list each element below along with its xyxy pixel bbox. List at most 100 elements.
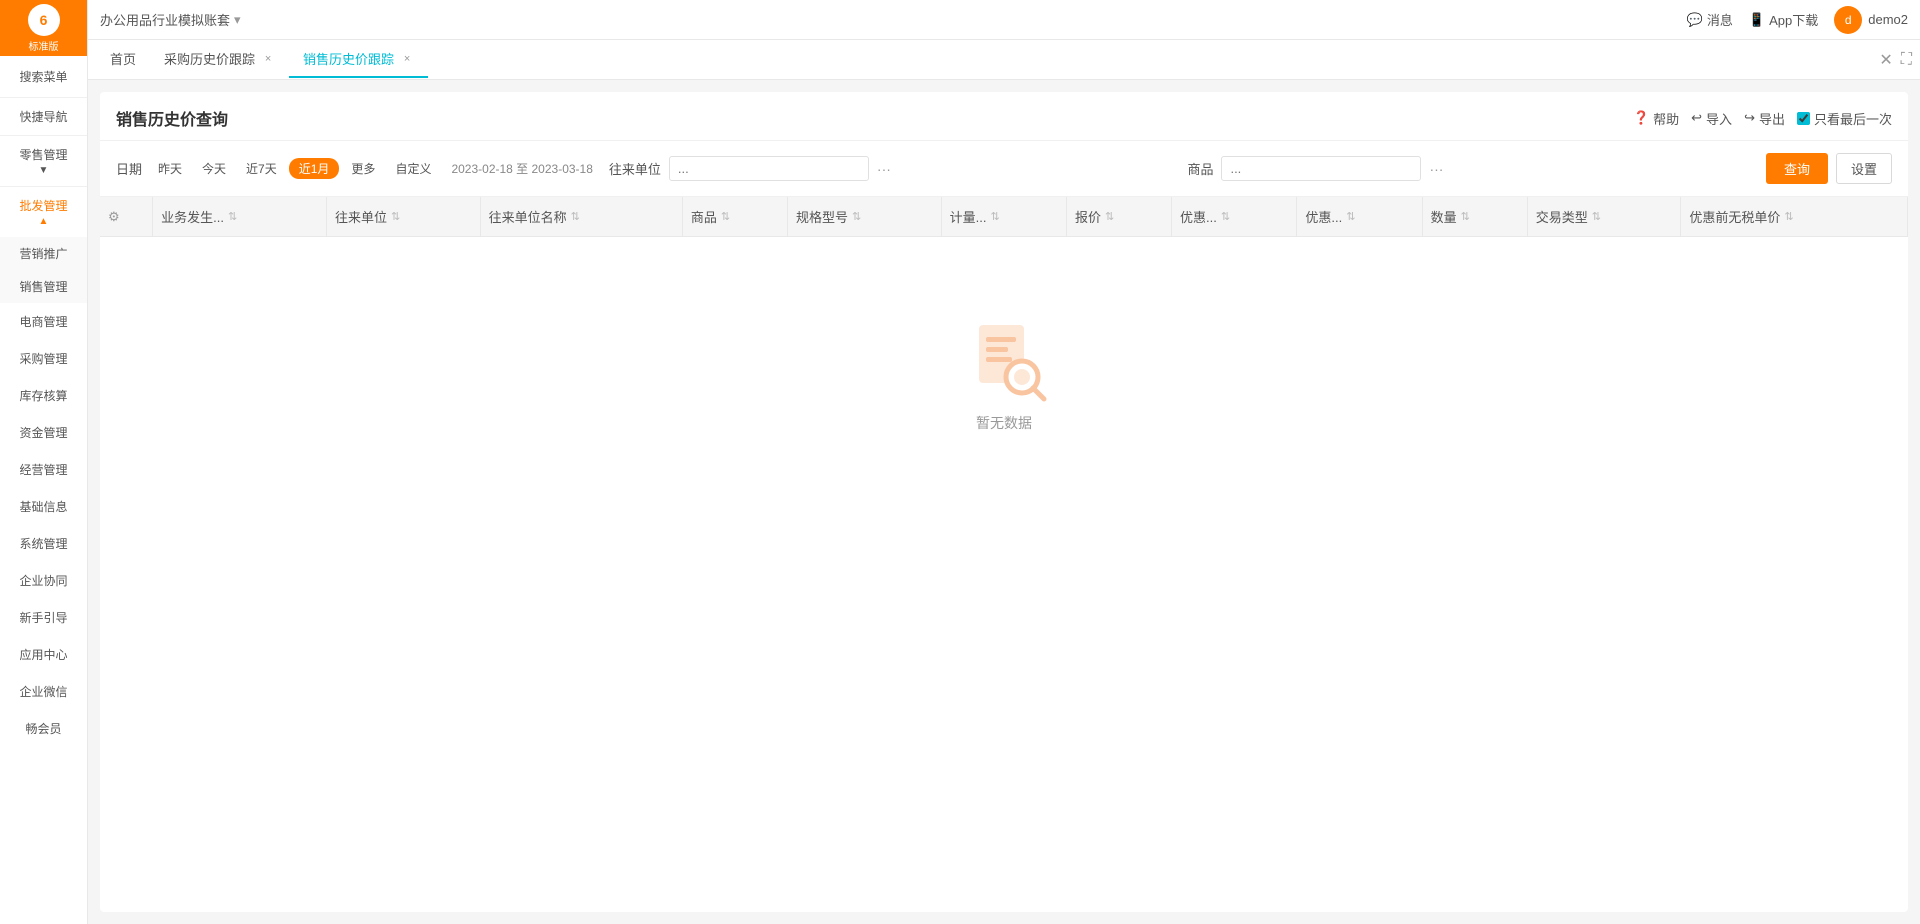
sidebar-item-wholesale[interactable]: 批发管理 ▲ <box>0 187 87 237</box>
sidebar-item-purchase[interactable]: 采购管理 <box>0 340 87 377</box>
th-partner-code-content[interactable]: 往来单位 ⇅ <box>335 207 472 226</box>
tab-sales-history[interactable]: 销售历史价跟踪 × <box>289 41 428 78</box>
enterprise-label: 企业协同 <box>19 572 67 589</box>
app-download-button[interactable]: 📱 App下载 <box>1749 10 1818 29</box>
sidebar-item-basic[interactable]: 基础信息 <box>0 488 87 525</box>
sidebar-item-finance[interactable]: 资金管理 <box>0 414 87 451</box>
table-wrapper: ⚙ 业务发生... ⇅ 往来单位 <box>100 197 1908 237</box>
newbie-label: 新手引导 <box>19 609 67 626</box>
topbar-title-text: 办公用品行业模拟账套 <box>100 10 230 29</box>
date-filter-group: 日期 昨天 今天 近7天 近1月 更多 自定义 2023-02-18 至 202… <box>116 158 593 179</box>
tab-purchase-history[interactable]: 采购历史价跟踪 × <box>150 41 289 78</box>
topbar-dropdown-icon[interactable]: ▾ <box>234 12 241 28</box>
th-product-content[interactable]: 商品 ⇅ <box>691 207 779 226</box>
sidebar-item-quick-nav[interactable]: 快捷导航 <box>0 98 87 135</box>
product-filter-input[interactable] <box>1221 156 1421 181</box>
sort-icon-biz-date: ⇅ <box>228 210 237 223</box>
page-header-actions: ❓ 帮助 ↩ 导入 ↪ 导出 只看最后一次 <box>1633 109 1892 128</box>
tab-close-all-icon[interactable]: ✕ <box>1879 50 1892 70</box>
topbar-actions: 💬 消息 📱 App下载 d demo2 <box>1687 6 1908 34</box>
quick-nav-label: 快捷导航 <box>19 108 67 125</box>
date-btn-7days[interactable]: 近7天 <box>238 158 285 179</box>
product-filter-label: 商品 <box>1187 159 1213 178</box>
th-trade-type-content[interactable]: 交易类型 ⇅ <box>1536 207 1673 226</box>
th-discount2-content[interactable]: 优惠... ⇅ <box>1305 207 1413 226</box>
import-button[interactable]: ↩ 导入 <box>1691 109 1732 128</box>
wholesale-arrow: ▲ <box>39 216 49 227</box>
th-partner-name-content[interactable]: 往来单位名称 ⇅ <box>489 207 674 226</box>
sidebar-item-newbie[interactable]: 新手引导 <box>0 599 87 636</box>
th-pre-tax-price: 优惠前无税单价 ⇅ <box>1681 197 1908 237</box>
message-label: 消息 <box>1707 10 1733 29</box>
sidebar-item-appcenter[interactable]: 应用中心 <box>0 636 87 673</box>
th-partner-name-label: 往来单位名称 <box>489 207 567 226</box>
th-quantity-content[interactable]: 数量 ⇅ <box>1431 207 1519 226</box>
partner-filter-label: 往来单位 <box>609 159 661 178</box>
app-label: App下载 <box>1769 10 1818 29</box>
th-quote-content[interactable]: 报价 ⇅ <box>1075 207 1163 226</box>
th-discount2: 优惠... ⇅ <box>1297 197 1422 237</box>
query-button[interactable]: 查询 <box>1766 153 1828 184</box>
th-product-label: 商品 <box>691 207 717 226</box>
message-button[interactable]: 💬 消息 <box>1687 10 1733 29</box>
basic-label: 基础信息 <box>19 498 67 515</box>
sidebar-item-membership[interactable]: 畅会员 <box>0 710 87 747</box>
th-quantity-label: 数量 <box>1431 207 1457 226</box>
settings-button[interactable]: 设置 <box>1836 153 1892 184</box>
tabs-bar: 首页 采购历史价跟踪 × 销售历史价跟踪 × ✕ ⛶ <box>88 40 1920 80</box>
only-last-wrapper[interactable]: 只看最后一次 <box>1797 109 1892 128</box>
sidebar-item-inventory[interactable]: 库存核算 <box>0 377 87 414</box>
th-pre-tax-price-content[interactable]: 优惠前无税单价 ⇅ <box>1689 207 1899 226</box>
sidebar-search[interactable]: 搜索菜单 <box>0 56 87 98</box>
export-button[interactable]: ↪ 导出 <box>1744 109 1785 128</box>
sort-icon-partner-name: ⇅ <box>571 210 580 223</box>
partner-filter-dots[interactable]: ··· <box>877 161 891 177</box>
date-btn-today[interactable]: 今天 <box>194 158 234 179</box>
only-last-checkbox[interactable] <box>1797 112 1810 125</box>
membership-label: 畅会员 <box>25 720 61 737</box>
partner-filter-input[interactable] <box>669 156 869 181</box>
th-discount1-content[interactable]: 优惠... ⇅ <box>1180 207 1288 226</box>
tab-purchase-close-icon[interactable]: × <box>261 52 275 66</box>
promo-label: 营销推广 <box>19 247 67 261</box>
appcenter-label: 应用中心 <box>19 646 67 663</box>
tab-home[interactable]: 首页 <box>96 41 150 78</box>
sidebar-item-promo[interactable]: 营销推广 <box>0 237 87 270</box>
sort-icon-pre-tax-price: ⇅ <box>1784 210 1793 223</box>
date-btn-custom[interactable]: 自定义 <box>387 158 439 179</box>
help-button[interactable]: ❓ 帮助 <box>1633 109 1679 128</box>
tab-fullscreen-icon[interactable]: ⛶ <box>1901 51 1912 69</box>
sidebar-logo[interactable]: 6 标准版 <box>0 0 87 56</box>
sidebar-item-retail[interactable]: 零售管理 ▼ <box>0 136 87 186</box>
page-header: 销售历史价查询 ❓ 帮助 ↩ 导入 ↪ 导出 <box>100 92 1908 141</box>
filter-bar: 日期 昨天 今天 近7天 近1月 更多 自定义 2023-02-18 至 202… <box>100 141 1908 197</box>
th-trade-type: 交易类型 ⇅ <box>1527 197 1681 237</box>
th-spec-content[interactable]: 规格型号 ⇅ <box>796 207 933 226</box>
user-menu[interactable]: d demo2 <box>1834 6 1908 34</box>
sort-icon-unit: ⇅ <box>990 210 999 223</box>
th-biz-date-content[interactable]: 业务发生... ⇅ <box>161 207 318 226</box>
tab-sales-close-icon[interactable]: × <box>400 52 414 66</box>
th-partner-name: 往来单位名称 ⇅ <box>480 197 682 237</box>
sidebar-item-ecommerce[interactable]: 电商管理 <box>0 303 87 340</box>
th-unit-content[interactable]: 计量... ⇅ <box>950 207 1058 226</box>
partner-filter-group: 往来单位 ··· <box>609 156 1172 181</box>
import-label: 导入 <box>1706 109 1732 128</box>
sidebar-item-sales-mgmt[interactable]: 销售管理 <box>0 270 87 303</box>
product-filter-dots[interactable]: ··· <box>1429 161 1443 177</box>
date-btn-yesterday[interactable]: 昨天 <box>150 158 190 179</box>
filter-actions: 查询 设置 <box>1766 153 1892 184</box>
date-buttons: 昨天 今天 近7天 近1月 更多 自定义 <box>150 158 439 179</box>
sidebar-item-system[interactable]: 系统管理 <box>0 525 87 562</box>
sidebar-item-enterprise[interactable]: 企业协同 <box>0 562 87 599</box>
th-trade-type-label: 交易类型 <box>1536 207 1588 226</box>
logo-icon: 6 <box>28 4 60 36</box>
date-btn-1month[interactable]: 近1月 <box>289 158 340 179</box>
gear-icon[interactable]: ⚙ <box>108 209 120 224</box>
th-spec-label: 规格型号 <box>796 207 848 226</box>
date-btn-more[interactable]: 更多 <box>343 158 383 179</box>
app-icon: 📱 <box>1749 12 1765 28</box>
sidebar-item-wechat[interactable]: 企业微信 <box>0 673 87 710</box>
sidebar-item-operations[interactable]: 经营管理 <box>0 451 87 488</box>
page-container: 销售历史价查询 ❓ 帮助 ↩ 导入 ↪ 导出 <box>100 92 1908 912</box>
